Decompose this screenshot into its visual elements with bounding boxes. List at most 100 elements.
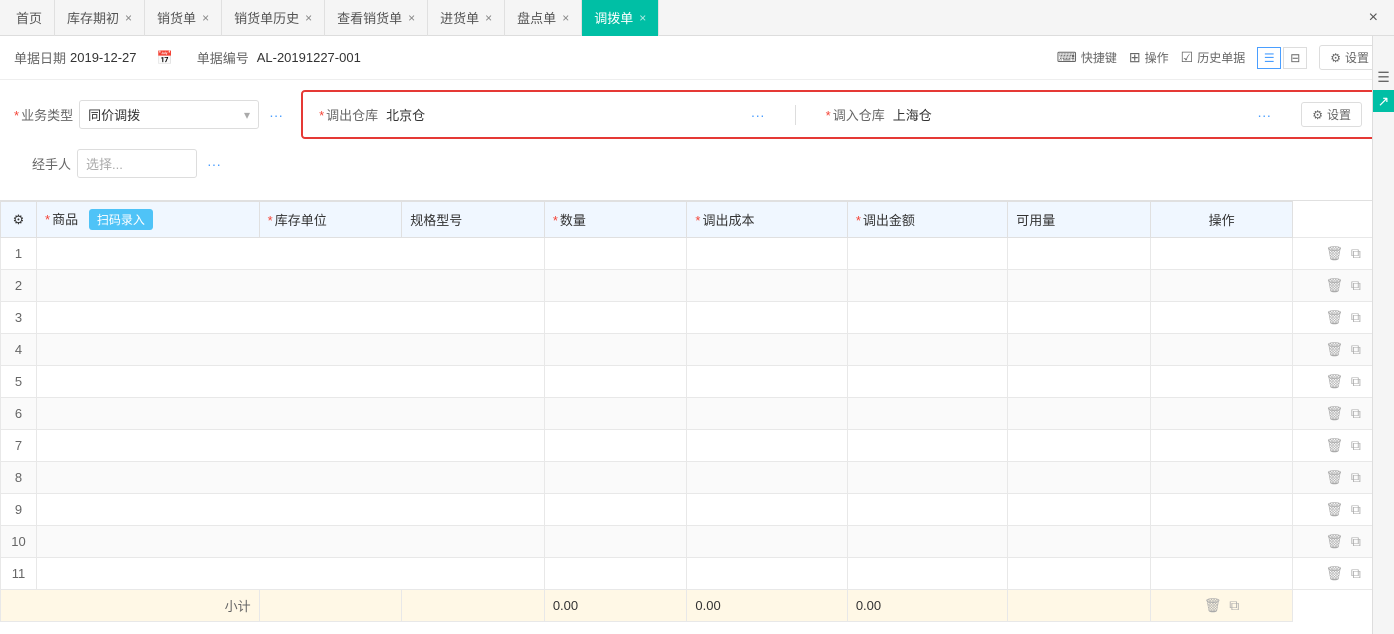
row-product-3[interactable] [37, 302, 545, 334]
business-type-input[interactable]: 同价调拨 ▾ [79, 100, 259, 129]
tab-window-close[interactable]: × [1357, 0, 1390, 36]
row-amount-6[interactable] [1008, 398, 1151, 430]
row-amount-1[interactable] [1008, 238, 1151, 270]
shortcut-action[interactable]: ⌨ 快捷键 [1057, 49, 1117, 66]
tab-inventory-check[interactable]: 盘点单 × [505, 0, 582, 36]
row-product-7[interactable] [37, 430, 545, 462]
tab-view-sales[interactable]: 查看销货单 × [325, 0, 428, 36]
delete-icon-6[interactable]: 🗑 [1325, 405, 1343, 421]
row-cost-8[interactable] [847, 462, 1007, 494]
tab-transfer-order[interactable]: 调拨单 × [582, 0, 659, 36]
row-qty-4[interactable] [687, 334, 847, 366]
row-cost-5[interactable] [847, 366, 1007, 398]
row-product-9[interactable] [37, 494, 545, 526]
subtotal-copy-icon[interactable]: ⧉ [1229, 597, 1239, 613]
row-cost-10[interactable] [847, 526, 1007, 558]
row-product-2[interactable] [37, 270, 545, 302]
row-qty-10[interactable] [687, 526, 847, 558]
copy-icon-10[interactable]: ⧉ [1351, 533, 1361, 549]
history-action[interactable]: ☑ 历史单据 [1181, 49, 1246, 66]
row-amount-9[interactable] [1008, 494, 1151, 526]
row-qty-9[interactable] [687, 494, 847, 526]
row-qty-11[interactable] [687, 558, 847, 590]
row-spec-4[interactable] [544, 334, 687, 366]
row-amount-4[interactable] [1008, 334, 1151, 366]
delete-icon-10[interactable]: 🗑 [1325, 533, 1343, 549]
row-available-6[interactable] [1150, 398, 1293, 430]
delete-icon-7[interactable]: 🗑 [1325, 437, 1343, 453]
row-cost-1[interactable] [847, 238, 1007, 270]
tab-sales-history[interactable]: 销货单历史 × [222, 0, 325, 36]
delete-icon-3[interactable]: 🗑 [1325, 309, 1343, 325]
warehouse-out-more[interactable]: ··· [751, 107, 765, 123]
copy-icon-2[interactable]: ⧉ [1351, 277, 1361, 293]
tab-inventory-init[interactable]: 库存期初 × [55, 0, 145, 36]
tab-close-view-sales[interactable]: × [408, 11, 415, 25]
copy-icon-8[interactable]: ⧉ [1351, 469, 1361, 485]
row-product-1[interactable] [37, 238, 545, 270]
copy-icon-11[interactable]: ⧉ [1351, 565, 1361, 581]
tab-close-inventory-check[interactable]: × [562, 11, 569, 25]
row-spec-6[interactable] [544, 398, 687, 430]
row-qty-3[interactable] [687, 302, 847, 334]
row-amount-11[interactable] [1008, 558, 1151, 590]
layout-btn-list[interactable]: ☰ [1257, 47, 1281, 69]
operate-action[interactable]: ⊞ 操作 [1129, 49, 1169, 66]
row-qty-2[interactable] [687, 270, 847, 302]
warehouse-in-more[interactable]: ··· [1257, 107, 1271, 123]
row-cost-3[interactable] [847, 302, 1007, 334]
copy-icon-3[interactable]: ⧉ [1351, 309, 1361, 325]
delete-icon-8[interactable]: 🗑 [1325, 469, 1343, 485]
tab-close-transfer-order[interactable]: × [639, 11, 646, 25]
calendar-icon[interactable]: 📅 [157, 50, 173, 66]
row-available-3[interactable] [1150, 302, 1293, 334]
tab-purchase-order[interactable]: 进货单 × [428, 0, 505, 36]
row-available-10[interactable] [1150, 526, 1293, 558]
copy-icon-4[interactable]: ⧉ [1351, 341, 1361, 357]
row-available-8[interactable] [1150, 462, 1293, 494]
row-qty-7[interactable] [687, 430, 847, 462]
row-qty-5[interactable] [687, 366, 847, 398]
row-available-4[interactable] [1150, 334, 1293, 366]
row-amount-2[interactable] [1008, 270, 1151, 302]
row-qty-6[interactable] [687, 398, 847, 430]
delete-icon-9[interactable]: 🗑 [1325, 501, 1343, 517]
scan-button[interactable]: 扫码录入 [89, 209, 153, 230]
tab-sales-order[interactable]: 销货单 × [145, 0, 222, 36]
row-spec-1[interactable] [544, 238, 687, 270]
copy-icon-1[interactable]: ⧉ [1351, 245, 1361, 261]
delete-icon-5[interactable]: 🗑 [1325, 373, 1343, 389]
row-spec-5[interactable] [544, 366, 687, 398]
row-cost-11[interactable] [847, 558, 1007, 590]
row-spec-8[interactable] [544, 462, 687, 494]
delete-icon-1[interactable]: 🗑 [1325, 245, 1343, 261]
row-available-7[interactable] [1150, 430, 1293, 462]
tab-close-sales-history[interactable]: × [305, 11, 312, 25]
row-qty-1[interactable] [687, 238, 847, 270]
row-product-8[interactable] [37, 462, 545, 494]
row-cost-9[interactable] [847, 494, 1007, 526]
row-product-5[interactable] [37, 366, 545, 398]
tab-close-purchase-order[interactable]: × [485, 11, 492, 25]
row-available-5[interactable] [1150, 366, 1293, 398]
row-available-9[interactable] [1150, 494, 1293, 526]
row-product-11[interactable] [37, 558, 545, 590]
row-product-10[interactable] [37, 526, 545, 558]
delete-icon-2[interactable]: 🗑 [1325, 277, 1343, 293]
copy-icon-7[interactable]: ⧉ [1351, 437, 1361, 453]
row-amount-5[interactable] [1008, 366, 1151, 398]
row-amount-10[interactable] [1008, 526, 1151, 558]
delete-icon-4[interactable]: 🗑 [1325, 341, 1343, 357]
tab-home[interactable]: 首页 [4, 0, 55, 36]
row-spec-3[interactable] [544, 302, 687, 334]
copy-icon-9[interactable]: ⧉ [1351, 501, 1361, 517]
row-cost-7[interactable] [847, 430, 1007, 462]
row-product-6[interactable] [37, 398, 545, 430]
row-available-2[interactable] [1150, 270, 1293, 302]
row-product-4[interactable] [37, 334, 545, 366]
row-spec-9[interactable] [544, 494, 687, 526]
side-export-icon[interactable]: ↗ [1373, 90, 1394, 112]
row-available-11[interactable] [1150, 558, 1293, 590]
copy-icon-6[interactable]: ⧉ [1351, 405, 1361, 421]
settings-button[interactable]: ⚙ 设置 [1319, 45, 1380, 70]
